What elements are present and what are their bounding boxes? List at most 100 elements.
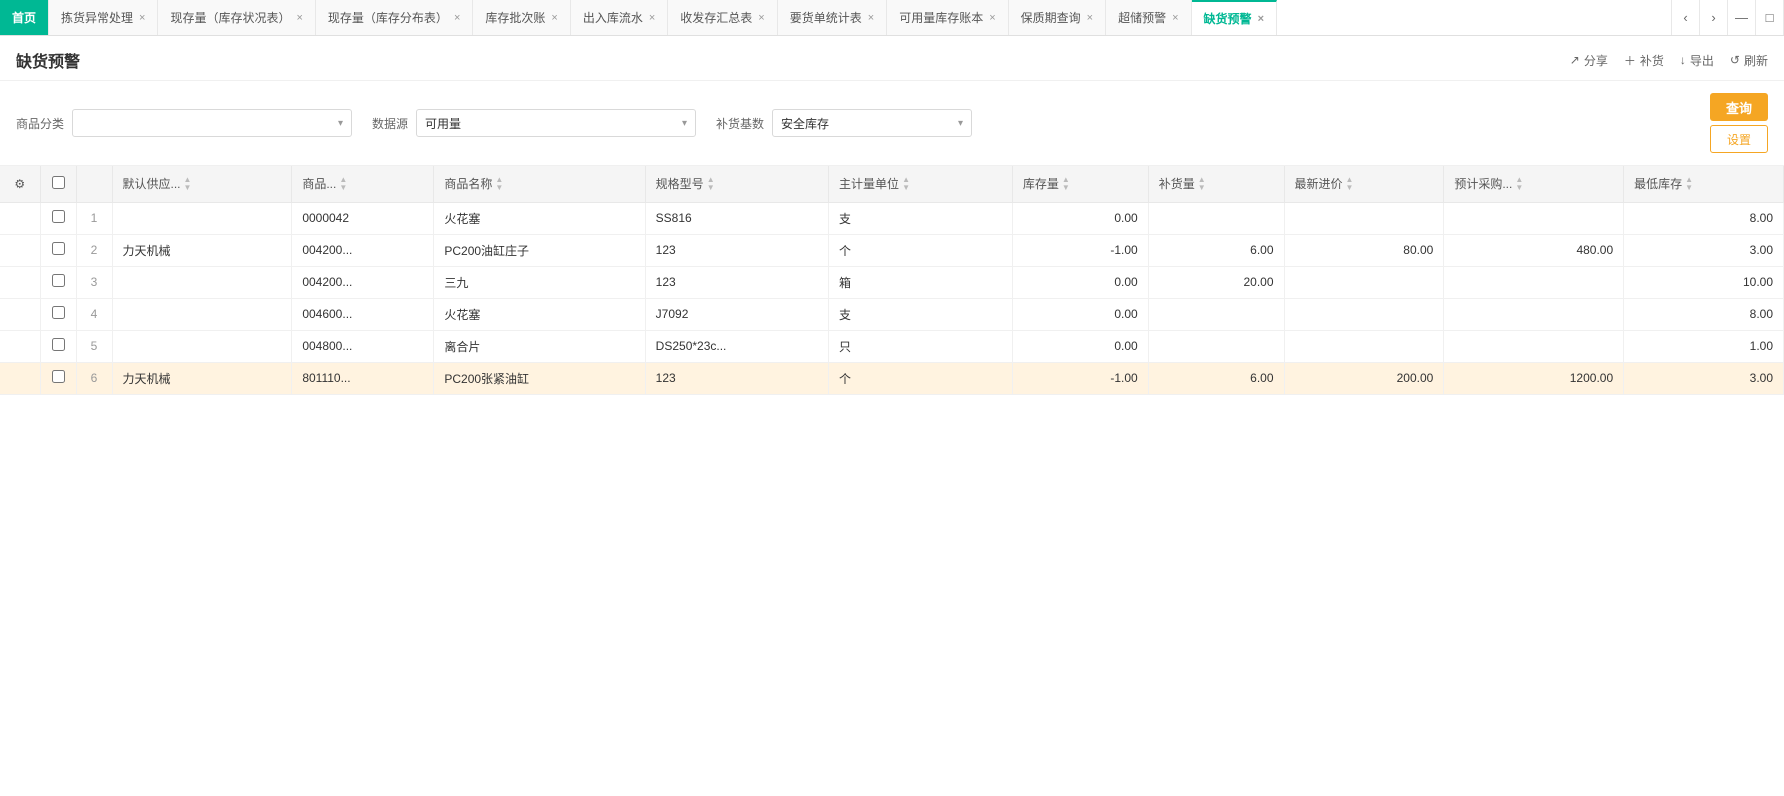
row-cb-5[interactable] (52, 370, 65, 383)
replenish-button[interactable]: ＋ 补货 (1624, 52, 1664, 69)
col-label-min_stock: 最低库存 (1634, 175, 1682, 192)
category-select[interactable]: ▾ (72, 109, 352, 137)
tab-batch[interactable]: 库存批次账 × (473, 0, 570, 35)
row-cb-4[interactable] (52, 338, 65, 351)
row-cb-1[interactable] (52, 242, 65, 255)
col-header-inventory[interactable]: 库存量 ▲▼ (1012, 166, 1148, 202)
tab-close-exception[interactable]: × (139, 12, 145, 24)
cell-default_supplier-1: 力天机械 (112, 234, 292, 266)
tab-exception[interactable]: 拣货异常处理 × (49, 0, 158, 35)
tab-receive-summary[interactable]: 收发存汇总表× (668, 0, 777, 35)
tab-order-stat[interactable]: 要货单统计表× (778, 0, 887, 35)
tab-close-receive-summary[interactable]: × (758, 12, 764, 24)
row-checkbox-0[interactable] (40, 202, 76, 234)
tab-shortage[interactable]: 缺货预警× (1192, 0, 1277, 35)
col-header-est_purchase[interactable]: 预计采购... ▲▼ (1444, 166, 1624, 202)
col-sort-default_supplier[interactable]: 默认供应... ▲▼ (123, 175, 192, 192)
col-sort-product_code[interactable]: 商品... ▲▼ (302, 175, 347, 192)
query-button[interactable]: 查询 (1710, 93, 1768, 121)
tab-home[interactable]: 首页 (0, 0, 49, 35)
row-cb-2[interactable] (52, 274, 65, 287)
tab-close-shortage[interactable]: × (1258, 13, 1264, 25)
tab-close-inventory-status[interactable]: × (296, 12, 302, 24)
tab-label-expiry: 保质期查询 (1021, 9, 1081, 26)
cell-inventory-3: 0.00 (1012, 298, 1148, 330)
col-header-spec[interactable]: 规格型号 ▲▼ (645, 166, 828, 202)
row-checkbox-1[interactable] (40, 234, 76, 266)
col-sort-latest_price[interactable]: 最新进价 ▲▼ (1295, 175, 1354, 192)
tab-scroll-left[interactable]: ‹ (1672, 0, 1700, 35)
tab-label-batch: 库存批次账 (485, 9, 545, 26)
tab-close-inout-flow[interactable]: × (649, 12, 655, 24)
row-checkbox-2[interactable] (40, 266, 76, 298)
col-header-default_supplier[interactable]: 默认供应... ▲▼ (112, 166, 292, 202)
tab-available-ledger[interactable]: 可用量库存账本× (887, 0, 1008, 35)
select-all-checkbox[interactable] (52, 176, 65, 189)
tab-label-inventory-status: 现存量（库存状况表） (170, 9, 290, 26)
tab-expiry[interactable]: 保质期查询 × (1009, 0, 1106, 35)
refresh-icon: ↺ (1730, 53, 1740, 67)
col-sort-inventory[interactable]: 库存量 ▲▼ (1023, 175, 1070, 192)
col-header-min_stock[interactable]: 最低库存 ▲▼ (1624, 166, 1784, 202)
col-sort-replenish_qty[interactable]: 补货量 ▲▼ (1159, 175, 1206, 192)
col-sort-est_purchase[interactable]: 预计采购... ▲▼ (1454, 175, 1523, 192)
tab-close-available-ledger[interactable]: × (989, 12, 995, 24)
export-icon: ↓ (1680, 53, 1686, 67)
row-checkbox-5[interactable] (40, 362, 76, 394)
sort-icon-min_stock: ▲▼ (1685, 176, 1693, 192)
row-gear-1 (0, 234, 40, 266)
datasource-select[interactable]: 可用量 ▾ (416, 109, 696, 137)
table-container: ⚙ 默认供应... ▲▼ 商品... ▲▼ 商品名称 ▲▼ 规格型号 ▲▼ 主计… (0, 166, 1784, 395)
tab-close-overstock[interactable]: × (1172, 12, 1178, 24)
row-checkbox-3[interactable] (40, 298, 76, 330)
tab-close-expiry[interactable]: × (1087, 12, 1093, 24)
tab-inventory-status[interactable]: 现存量（库存状况表） × (158, 0, 315, 35)
export-button[interactable]: ↓ 导出 (1680, 52, 1714, 69)
tab-close-batch[interactable]: × (551, 12, 557, 24)
col-header-latest_price[interactable]: 最新进价 ▲▼ (1284, 166, 1444, 202)
datasource-label: 数据源 (372, 115, 408, 132)
share-button[interactable]: ↗ 分享 (1570, 52, 1608, 69)
col-sort-min_stock[interactable]: 最低库存 ▲▼ (1634, 175, 1693, 192)
cell-min_stock-5: 3.00 (1624, 362, 1784, 394)
row-gear-2 (0, 266, 40, 298)
refresh-button[interactable]: ↺ 刷新 (1730, 52, 1768, 69)
col-header-unit[interactable]: 主计量单位 ▲▼ (829, 166, 1013, 202)
tab-inventory-dist[interactable]: 现存量（库存分布表）× (316, 0, 473, 35)
tab-label-exception: 拣货异常处理 (61, 9, 133, 26)
row-num-5: 6 (76, 362, 112, 394)
col-header-product_name[interactable]: 商品名称 ▲▼ (434, 166, 645, 202)
col-header-product_code[interactable]: 商品... ▲▼ (292, 166, 434, 202)
cell-default_supplier-4 (112, 330, 292, 362)
col-label-unit: 主计量单位 (839, 175, 899, 192)
tab-inout-flow[interactable]: 出入库流水× (571, 0, 668, 35)
tab-label-overstock: 超储预警 (1118, 9, 1166, 26)
col-header-replenish_qty[interactable]: 补货量 ▲▼ (1148, 166, 1284, 202)
row-checkbox-4[interactable] (40, 330, 76, 362)
cell-default_supplier-0 (112, 202, 292, 234)
base-dropdown-icon: ▾ (958, 118, 963, 129)
cell-est_purchase-1: 480.00 (1444, 234, 1624, 266)
tab-scroll-right[interactable]: › (1700, 0, 1728, 35)
window-maximize[interactable]: □ (1756, 0, 1784, 35)
col-sort-unit[interactable]: 主计量单位 ▲▼ (839, 175, 910, 192)
tab-close-order-stat[interactable]: × (868, 12, 874, 24)
category-dropdown-icon: ▾ (338, 118, 343, 129)
col-header-num (76, 166, 112, 202)
tab-close-inventory-dist[interactable]: × (454, 12, 460, 24)
cell-product_code-1: 004200... (292, 234, 434, 266)
row-cb-3[interactable] (52, 306, 65, 319)
col-sort-product_name[interactable]: 商品名称 ▲▼ (444, 175, 503, 192)
cell-spec-2: 123 (645, 266, 828, 298)
cell-latest_price-0 (1284, 202, 1444, 234)
cell-replenish_qty-5: 6.00 (1148, 362, 1284, 394)
tab-overstock[interactable]: 超储预警 × (1106, 0, 1191, 35)
gear-icon[interactable]: ⚙ (14, 177, 25, 191)
cell-unit-1: 个 (829, 234, 1013, 266)
settings-button[interactable]: 设置 (1710, 125, 1768, 153)
col-header-cb (40, 166, 76, 202)
window-minimize[interactable]: — (1728, 0, 1756, 35)
base-select[interactable]: 安全库存 ▾ (772, 109, 972, 137)
col-sort-spec[interactable]: 规格型号 ▲▼ (656, 175, 715, 192)
row-cb-0[interactable] (52, 210, 65, 223)
